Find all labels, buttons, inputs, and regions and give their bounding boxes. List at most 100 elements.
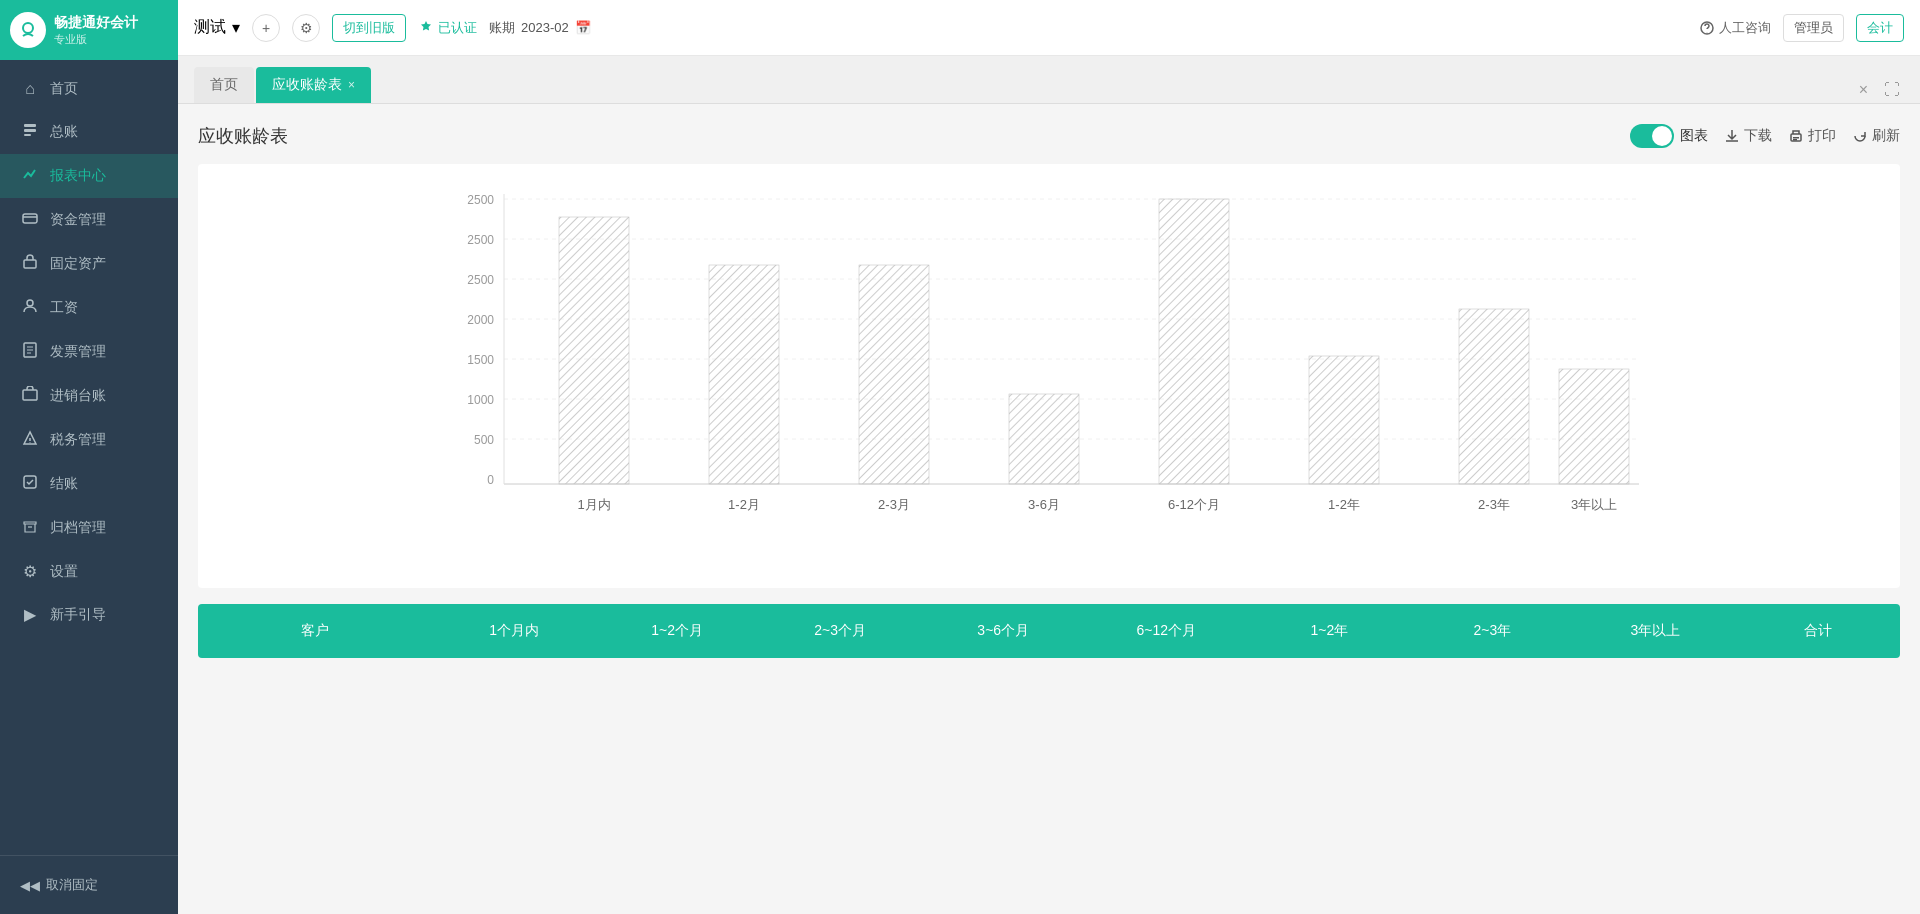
svg-rect-3 xyxy=(24,134,31,136)
main-content: 应收账龄表 图表 下载 打印 刷新 xyxy=(178,104,1920,914)
th-1month: 1个月内 xyxy=(433,604,596,658)
sidebar-item-archive[interactable]: 归档管理 xyxy=(0,506,178,550)
sidebar-item-home[interactable]: ⌂ 首页 xyxy=(0,68,178,110)
print-button[interactable]: 打印 xyxy=(1788,127,1836,145)
tab-controls: × ⛶ xyxy=(1855,77,1904,103)
calendar-icon[interactable]: 📅 xyxy=(575,20,591,35)
expand-window-button[interactable]: ⛶ xyxy=(1880,77,1904,103)
add-button[interactable]: + xyxy=(252,14,280,42)
sidebar-label-guide: 新手引导 xyxy=(50,606,106,624)
bar-chart-svg: 2500 2500 2500 2000 1500 1000 500 0 xyxy=(218,184,1880,564)
sidebar-item-funds[interactable]: 资金管理 xyxy=(0,198,178,242)
tab-close-icon[interactable]: × xyxy=(348,78,355,92)
pin-icon: ◀◀ xyxy=(20,878,40,893)
sidebar-item-closing[interactable]: 结账 xyxy=(0,462,178,506)
settings-icon: ⚙ xyxy=(20,562,40,581)
toggle-thumb xyxy=(1652,126,1672,146)
download-button[interactable]: 下载 xyxy=(1724,127,1772,145)
sidebar-logo: 畅捷通好会计 专业版 xyxy=(0,0,178,60)
tab-home[interactable]: 首页 xyxy=(194,67,254,103)
settings-button[interactable]: ⚙ xyxy=(292,14,320,42)
ledger-icon xyxy=(20,122,40,142)
close-window-button[interactable]: × xyxy=(1855,77,1872,103)
chart-container: 2500 2500 2500 2000 1500 1000 500 0 xyxy=(198,164,1900,588)
sidebar-item-assets[interactable]: 固定资产 xyxy=(0,242,178,286)
th-2-3month: 2~3个月 xyxy=(759,604,922,658)
sidebar-label-tax: 税务管理 xyxy=(50,431,106,449)
sidebar-item-settings[interactable]: ⚙ 设置 xyxy=(0,550,178,593)
th-1-2month: 1~2个月 xyxy=(596,604,759,658)
sidebar-label-settings: 设置 xyxy=(50,563,78,581)
svg-rect-1 xyxy=(24,124,36,127)
sidebar-item-inventory[interactable]: 进销台账 xyxy=(0,374,178,418)
th-total: 合计 xyxy=(1737,604,1900,658)
svg-rect-47 xyxy=(1559,369,1629,484)
th-3-6month: 3~6个月 xyxy=(922,604,1085,658)
assets-icon xyxy=(20,254,40,274)
inventory-icon xyxy=(20,386,40,406)
chart-toggle[interactable]: 图表 xyxy=(1630,124,1708,148)
svg-rect-5 xyxy=(24,260,36,268)
payroll-icon xyxy=(20,298,40,318)
project-selector[interactable]: 测试 ▾ xyxy=(194,17,240,38)
svg-point-11 xyxy=(1707,32,1708,33)
sidebar-item-reports[interactable]: 报表中心 xyxy=(0,154,178,198)
svg-rect-33 xyxy=(559,217,629,484)
svg-point-6 xyxy=(27,300,33,306)
th-2-3year: 2~3年 xyxy=(1411,604,1574,658)
logo-icon xyxy=(10,12,46,48)
toggle-label: 图表 xyxy=(1680,127,1708,145)
svg-text:1-2月: 1-2月 xyxy=(728,497,760,512)
svg-rect-37 xyxy=(859,265,929,484)
svg-text:2-3月: 2-3月 xyxy=(878,497,910,512)
sidebar: 畅捷通好会计 专业版 ⌂ 首页 总账 报表中心 资金管理 xyxy=(0,0,178,914)
svg-rect-8 xyxy=(23,390,37,400)
funds-icon xyxy=(20,210,40,230)
sidebar-bottom: ◀◀ 取消固定 xyxy=(0,855,178,914)
svg-text:2500: 2500 xyxy=(467,273,494,287)
svg-text:1500: 1500 xyxy=(467,353,494,367)
sidebar-label-payroll: 工资 xyxy=(50,299,78,317)
sidebar-label-reports: 报表中心 xyxy=(50,167,106,185)
sidebar-item-tax[interactable]: 税务管理 xyxy=(0,418,178,462)
svg-text:6-12个月: 6-12个月 xyxy=(1168,497,1220,512)
switch-version-button[interactable]: 切到旧版 xyxy=(332,14,406,42)
table-header: 客户 1个月内 1~2个月 2~3个月 3~6个月 6~12个月 1~2年 2~… xyxy=(198,604,1900,658)
sidebar-item-payroll[interactable]: 工资 xyxy=(0,286,178,330)
sidebar-label-closing: 结账 xyxy=(50,475,78,493)
consult-button[interactable]: 人工咨询 xyxy=(1699,19,1771,37)
th-3yearplus: 3年以上 xyxy=(1574,604,1737,658)
svg-point-0 xyxy=(23,23,33,33)
sidebar-label-archive: 归档管理 xyxy=(50,519,106,537)
user-button[interactable]: 管理员 xyxy=(1783,14,1844,42)
refresh-button[interactable]: 刷新 xyxy=(1852,127,1900,145)
svg-rect-43 xyxy=(1309,356,1379,484)
tab-aging[interactable]: 应收账龄表 × xyxy=(256,67,371,103)
topbar: 测试 ▾ + ⚙ 切到旧版 已认证 账期 2023-02 📅 人工咨询 管理员 … xyxy=(178,0,1920,56)
svg-rect-4 xyxy=(23,214,37,223)
th-6-12month: 6~12个月 xyxy=(1085,604,1248,658)
sidebar-label-ledger: 总账 xyxy=(50,123,78,141)
sidebar-item-guide[interactable]: ▶ 新手引导 xyxy=(0,593,178,636)
period-display: 账期 2023-02 📅 xyxy=(489,19,591,37)
pin-button[interactable]: ◀◀ 取消固定 xyxy=(0,866,178,904)
svg-rect-35 xyxy=(709,265,779,484)
page-title: 应收账龄表 xyxy=(198,124,288,148)
svg-text:3-6月: 3-6月 xyxy=(1028,497,1060,512)
sidebar-label-assets: 固定资产 xyxy=(50,255,106,273)
sidebar-item-invoices[interactable]: 发票管理 xyxy=(0,330,178,374)
th-customer: 客户 xyxy=(198,604,433,658)
archive-icon xyxy=(20,518,40,538)
svg-text:1000: 1000 xyxy=(467,393,494,407)
svg-text:2000: 2000 xyxy=(467,313,494,327)
sidebar-item-ledger[interactable]: 总账 xyxy=(0,110,178,154)
sidebar-nav: ⌂ 首页 总账 报表中心 资金管理 固定资产 xyxy=(0,60,178,855)
svg-text:1月内: 1月内 xyxy=(577,497,610,512)
svg-text:2500: 2500 xyxy=(467,193,494,207)
toggle-track[interactable] xyxy=(1630,124,1674,148)
svg-rect-45 xyxy=(1459,309,1529,484)
svg-text:2-3年: 2-3年 xyxy=(1478,497,1510,512)
role-button[interactable]: 会计 xyxy=(1856,14,1904,42)
th-1-2year: 1~2年 xyxy=(1248,604,1411,658)
logo-text: 畅捷通好会计 专业版 xyxy=(54,13,138,46)
